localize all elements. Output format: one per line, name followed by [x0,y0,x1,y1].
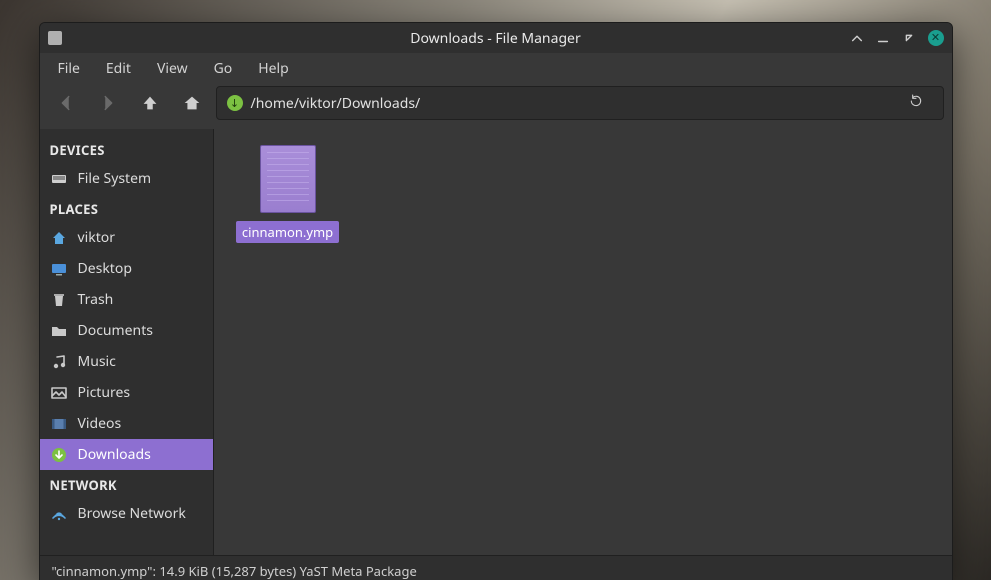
home-button[interactable] [174,86,210,120]
reload-button[interactable] [899,93,933,114]
network-icon [50,505,68,523]
sidebar-heading-network: NETWORK [40,470,213,498]
download-icon: ↓ [227,95,243,111]
menu-edit[interactable]: Edit [96,55,141,82]
sidebar-item-videos[interactable]: Videos [40,408,213,439]
music-icon [50,353,68,371]
status-text: "cinnamon.ymp": 14.9 KiB (15,287 bytes) … [52,562,417,580]
file-label: cinnamon.ymp [236,221,339,243]
close-button[interactable]: ✕ [928,30,944,46]
menu-view[interactable]: View [147,55,198,82]
sidebar-item-label: Browse Network [78,504,186,523]
sidebar: DEVICES File System PLACES viktor Deskto… [40,129,214,555]
titlebar[interactable]: Downloads - File Manager ✕ [40,23,952,53]
sidebar-item-label: Videos [78,414,122,433]
menu-file[interactable]: File [48,55,90,82]
file-view[interactable]: cinnamon.ymp [214,129,952,555]
sidebar-item-label: File System [78,169,152,188]
sidebar-item-label: Desktop [78,259,132,278]
sidebar-item-browse-network[interactable]: Browse Network [40,498,213,529]
window-title: Downloads - File Manager [168,29,824,48]
sidebar-item-label: Pictures [78,383,131,402]
status-bar: "cinnamon.ymp": 14.9 KiB (15,287 bytes) … [40,555,952,580]
drive-icon [50,170,68,188]
menu-help[interactable]: Help [248,55,299,82]
sidebar-heading-places: PLACES [40,194,213,222]
trash-icon [50,291,68,309]
sidebar-item-music[interactable]: Music [40,346,213,377]
file-item[interactable]: cinnamon.ymp [234,145,342,243]
videos-icon [50,415,68,433]
sidebar-item-label: Music [78,352,116,371]
forward-button[interactable] [90,86,126,120]
menubar: File Edit View Go Help [40,53,952,83]
pictures-icon [50,384,68,402]
up-button[interactable] [132,86,168,120]
home-folder-icon [50,229,68,247]
desktop-icon [50,260,68,278]
folder-icon [50,322,68,340]
file-thumbnail-icon [260,145,316,213]
minimize-button[interactable] [876,31,890,45]
app-icon [48,31,62,45]
sidebar-item-label: Documents [78,321,153,340]
keep-above-icon[interactable] [850,31,864,45]
sidebar-item-label: viktor [78,228,116,247]
sidebar-item-desktop[interactable]: Desktop [40,253,213,284]
menu-go[interactable]: Go [204,55,243,82]
sidebar-item-label: Trash [78,290,114,309]
toolbar: ↓ /home/viktor/Downloads/ [40,83,952,129]
path-bar[interactable]: ↓ /home/viktor/Downloads/ [216,86,944,120]
sidebar-item-label: Downloads [78,445,151,464]
maximize-button[interactable] [902,31,916,45]
sidebar-item-pictures[interactable]: Pictures [40,377,213,408]
sidebar-item-downloads[interactable]: Downloads [40,439,213,470]
body: DEVICES File System PLACES viktor Deskto… [40,129,952,555]
sidebar-item-home[interactable]: viktor [40,222,213,253]
path-text: /home/viktor/Downloads/ [251,94,421,113]
sidebar-item-trash[interactable]: Trash [40,284,213,315]
back-button[interactable] [48,86,84,120]
download-icon [50,446,68,464]
sidebar-heading-devices: DEVICES [40,135,213,163]
sidebar-item-documents[interactable]: Documents [40,315,213,346]
sidebar-item-file-system[interactable]: File System [40,163,213,194]
file-manager-window: Downloads - File Manager ✕ File Edit Vie… [39,22,953,580]
